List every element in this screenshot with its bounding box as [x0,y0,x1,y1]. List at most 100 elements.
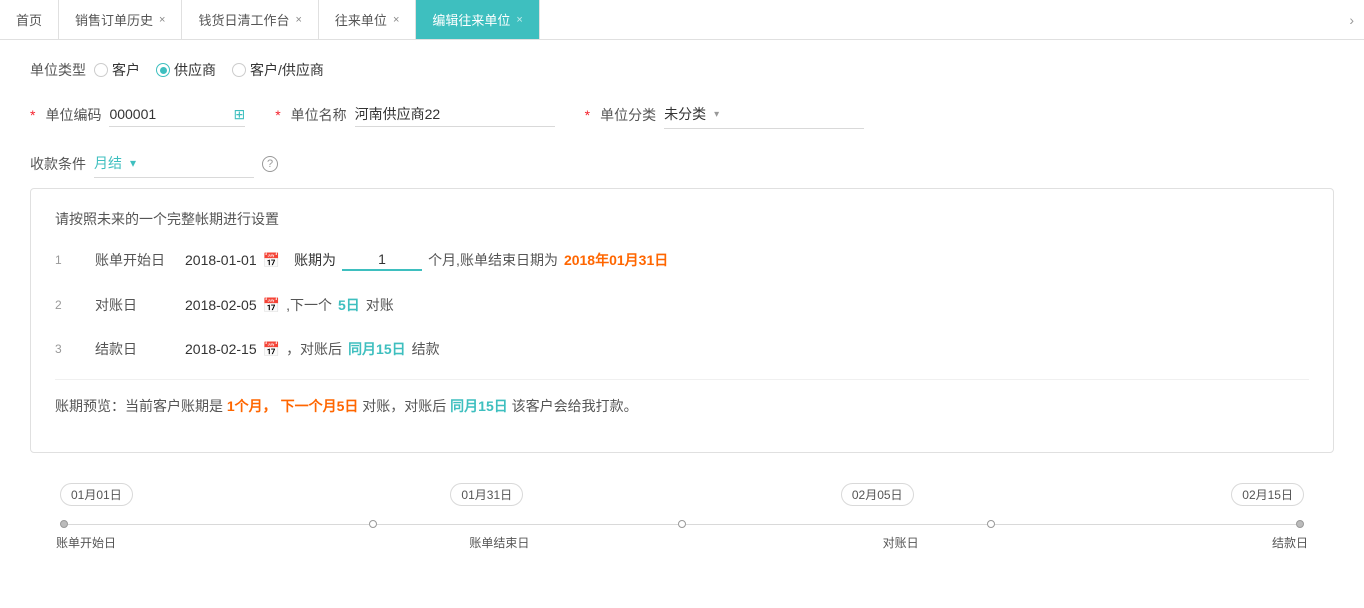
tab-sales-history-label: 销售订单历史 [75,10,153,29]
preview-section: 账期预览：当前客户账期是 1个月， 下一个月5日 对账，对账后 同月15日 该客… [55,379,1309,432]
panel-row-2-calendar[interactable]: 📅 [263,297,280,314]
tab-sales-history[interactable]: 销售订单历史 × [59,0,182,39]
timeline-node-2: 01月31日 [450,483,523,512]
unit-type-row: 单位类型 客户 供应商 客户/供应商 [30,60,1334,80]
tl-dot-2 [678,520,686,528]
unit-code-icon[interactable]: ⊞ [233,106,245,123]
unit-name-label: 单位名称 [291,105,347,125]
preview-mid: 对账，对账后 [362,398,446,414]
timeline-node-3: 02月05日 [841,483,914,512]
unit-category-star: * [585,107,590,123]
badge-4: 02月15日 [1231,483,1304,506]
panel-row-1-label: 账单开始日 [95,250,165,270]
timeline-node-1: 01月01日 [60,483,133,512]
radio-both-circle [232,63,246,77]
tab-edit-partner-label: 编辑往来单位 [432,10,510,29]
tab-partner-units-label: 往来单位 [335,10,387,29]
preview-p3: 同月15日 [450,398,508,414]
unit-category-dropdown[interactable]: 未分类 ▾ [664,100,864,129]
timeline-badges: 01月01日 01月31日 02月05日 02月15日 [50,483,1314,512]
preview-text: 账期预览：当前客户账期是 1个月， 下一个月5日 对账，对账后 同月15日 该客… [55,398,638,414]
radio-supplier[interactable]: 供应商 [156,60,216,80]
unit-name-star: * [275,107,280,123]
preview-p1: 1个月， [227,398,277,414]
preview-label: 账期预览：当前客户账期是 [55,398,223,414]
badge-2: 01月31日 [450,483,523,506]
radio-customer-circle [94,63,108,77]
payment-dropdown[interactable]: 月结 ▾ [94,149,254,178]
panel-row-3-pre: ，对账后 [286,339,342,359]
help-icon[interactable]: ? [262,156,278,172]
tl-dot-3 [987,520,995,528]
radio-supplier-circle [156,63,170,77]
timeline-labels: 账单开始日 账单结束日 对账日 结款日 [50,534,1314,551]
panel-row-2: 2 对账日 2018-02-05 📅 ,下一个 5日 对账 [55,295,1309,315]
unit-code-label: 单位编码 [45,105,101,125]
tab-sales-history-close[interactable]: × [159,14,165,26]
panel-row-3-post: 结款 [412,339,440,359]
panel-row-1-num: 1 [55,253,75,267]
radio-both[interactable]: 客户/供应商 [232,60,324,80]
preview-p2: 下一个月5日 [281,398,359,414]
tab-cash-workbench-close[interactable]: × [295,14,301,26]
unit-name-input[interactable] [355,102,555,127]
panel-row-1-suffix-pre: 账期为 [294,250,336,270]
tl-dot-1 [369,520,377,528]
tl-label-4: 结款日 [1272,534,1308,551]
settings-panel: 请按照未来的一个完整帐期进行设置 1 账单开始日 2018-01-01 📅 账期… [30,188,1334,453]
tl-label-1: 账单开始日 [56,534,116,551]
tab-partner-units[interactable]: 往来单位 × [319,0,416,39]
tab-home[interactable]: 首页 [0,0,59,39]
unit-code-input[interactable] [109,102,229,126]
payment-row: 收款条件 月结 ▾ ? [30,149,1334,178]
tl-label-3: 对账日 [883,534,919,551]
unit-type-label: 单位类型 [30,60,86,80]
panel-row-3-value: 2018-02-15 📅 ，对账后 同月15日 结款 [185,339,440,359]
panel-row-1-value: 2018-01-01 📅 账期为 个月,账单结束日期为 2018年01月31日 [185,249,668,271]
period-months-input[interactable] [342,249,422,271]
tab-cash-workbench-label: 钱货日清工作台 [198,10,289,29]
tl-dot-end [1296,520,1304,528]
preview-end: 该客户会给我打款。 [512,398,638,414]
payment-group: 收款条件 月结 ▾ ? [30,149,278,178]
unit-category-value: 未分类 [664,104,706,124]
radio-both-label: 客户/供应商 [250,60,324,80]
panel-row-3-calendar[interactable]: 📅 [263,341,280,358]
unit-code-group: * 单位编码 ⊞ [30,102,245,127]
panel-row-1-calendar[interactable]: 📅 [263,252,280,269]
radio-supplier-label: 供应商 [174,60,216,80]
tab-home-label: 首页 [16,10,42,29]
unit-info-row: * 单位编码 ⊞ * 单位名称 * 单位分类 未分类 ▾ [30,100,1334,129]
tl-line-2 [377,524,678,525]
timeline-node-4: 02月15日 [1231,483,1304,512]
panel-row-2-label: 对账日 [95,295,165,315]
unit-code-field: ⊞ [109,102,245,127]
panel-row-1-highlight: 2018年01月31日 [564,250,668,270]
tl-label-2: 账单结束日 [469,534,529,551]
tab-edit-partner-close[interactable]: × [516,14,522,26]
panel-row-2-value: 2018-02-05 📅 ,下一个 5日 对账 [185,295,394,315]
panel-row-1-date: 2018-01-01 [185,252,257,268]
panel-row-3-num: 3 [55,342,75,356]
tab-partner-units-close[interactable]: × [393,14,399,26]
unit-category-label: 单位分类 [600,105,656,125]
tab-cash-workbench[interactable]: 钱货日清工作台 × [182,0,318,39]
radio-customer[interactable]: 客户 [94,60,140,80]
payment-arrow: ▾ [130,156,136,170]
panel-row-3-date: 2018-02-15 [185,341,257,357]
unit-name-group: * 单位名称 [275,102,554,127]
panel-row-2-date: 2018-02-05 [185,297,257,313]
tl-line-3 [686,524,987,525]
timeline-line [50,520,1314,528]
panel-row-1-suffix-post: 个月,账单结束日期为 [428,250,558,270]
tab-more-btn[interactable]: › [1339,12,1364,28]
badge-3: 02月05日 [841,483,914,506]
main-content: 单位类型 客户 供应商 客户/供应商 * 单位编码 [0,40,1364,608]
tl-line-4 [995,524,1296,525]
tab-edit-partner[interactable]: 编辑往来单位 × [416,0,539,39]
panel-row-3-label: 结款日 [95,339,165,359]
panel-instruction: 请按照未来的一个完整帐期进行设置 [55,209,1309,229]
timeline-bar: 01月01日 01月31日 02月05日 02月15日 [50,483,1314,551]
tl-line-1 [68,524,369,525]
panel-row-1: 1 账单开始日 2018-01-01 📅 账期为 个月,账单结束日期为 2018… [55,249,1309,271]
